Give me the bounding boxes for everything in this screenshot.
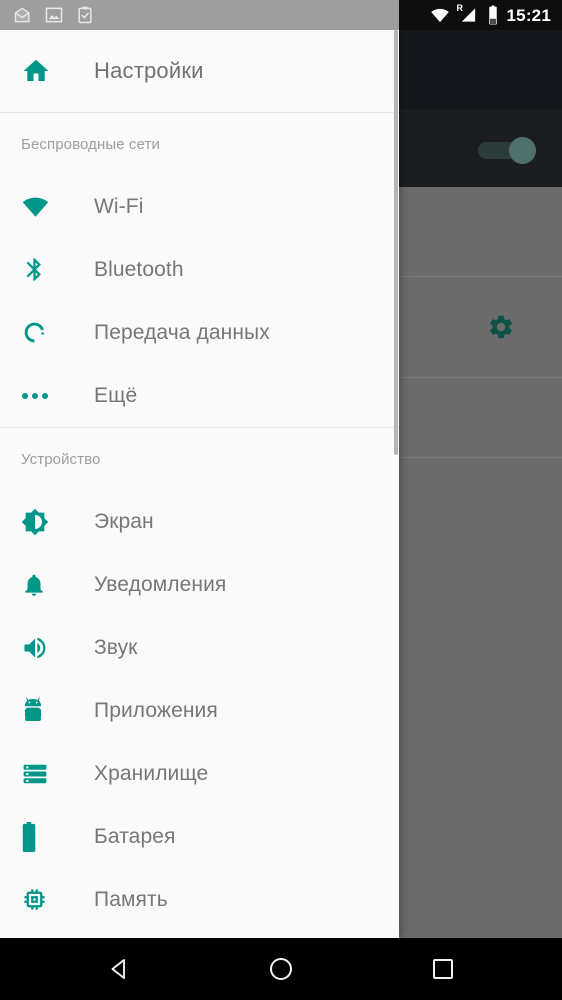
home-button[interactable] — [241, 938, 321, 1000]
sidebar-item-sound[interactable]: Звук — [0, 616, 399, 679]
storage-icon — [21, 761, 59, 787]
sidebar-item-storage[interactable]: Хранилище — [0, 742, 399, 805]
bell-icon — [21, 571, 59, 599]
sidebar-item-battery[interactable]: Батарея — [0, 805, 399, 868]
section-title-device: Устройство — [21, 450, 101, 468]
sidebar-item-bluetooth[interactable]: Bluetooth — [0, 238, 399, 301]
sidebar-item-label: Приложения — [94, 698, 218, 722]
more-dots-icon — [21, 390, 59, 402]
sidebar-item-label: Хранилище — [94, 761, 209, 785]
sidebar-item-label: Wi-Fi — [94, 194, 144, 218]
drawer-scrollbar[interactable] — [394, 30, 398, 455]
sidebar-item-wifi[interactable]: Wi-Fi — [0, 175, 399, 238]
drawer-header-label: Настройки — [94, 58, 204, 83]
wifi-icon — [21, 192, 59, 221]
sidebar-item-notifications[interactable]: Уведомления — [0, 553, 399, 616]
sidebar-item-label: Экран — [94, 509, 154, 533]
brightness-icon — [21, 508, 59, 536]
android-nav-bar — [0, 938, 562, 1000]
data-usage-icon — [21, 319, 59, 346]
sidebar-item-label: Bluetooth — [94, 257, 184, 281]
back-button[interactable] — [80, 938, 160, 1000]
phone-screen: Настройки Беспроводные сети Wi-Fi Blueto… — [0, 0, 562, 1000]
recents-button[interactable] — [403, 938, 483, 1000]
sidebar-item-memory[interactable]: Память — [0, 868, 399, 931]
gear-icon[interactable] — [487, 313, 515, 341]
volume-icon — [21, 634, 59, 662]
sidebar-item-label: Звук — [94, 635, 138, 659]
sidebar-item-label: Память — [94, 887, 168, 911]
sidebar-item-label: Уведомления — [94, 572, 227, 596]
sidebar-item-apps[interactable]: Приложения — [0, 679, 399, 742]
android-icon — [21, 696, 59, 725]
section-title-wireless: Беспроводные сети — [21, 135, 160, 153]
sidebar-item-display[interactable]: Экран — [0, 490, 399, 553]
drawer-header[interactable]: Настройки — [0, 30, 399, 113]
sidebar-item-label: Передача данных — [94, 320, 270, 344]
drawer-section-device: Устройство Экран Уведомления Звук Прилож… — [0, 428, 399, 931]
settings-toggle[interactable] — [478, 137, 536, 164]
home-icon — [21, 56, 59, 86]
toggle-thumb — [509, 137, 536, 164]
drawer-section-wireless: Беспроводные сети Wi-Fi Bluetooth Переда… — [0, 113, 399, 427]
memory-chip-icon — [21, 886, 59, 913]
bluetooth-icon — [21, 256, 59, 283]
sidebar-item-label: Ещё — [94, 383, 138, 407]
battery-icon — [21, 821, 59, 852]
sidebar-item-more[interactable]: Ещё — [0, 364, 399, 427]
navigation-drawer[interactable]: Настройки Беспроводные сети Wi-Fi Blueto… — [0, 30, 399, 938]
sidebar-item-label: Батарея — [94, 824, 176, 848]
sidebar-item-data-usage[interactable]: Передача данных — [0, 301, 399, 364]
